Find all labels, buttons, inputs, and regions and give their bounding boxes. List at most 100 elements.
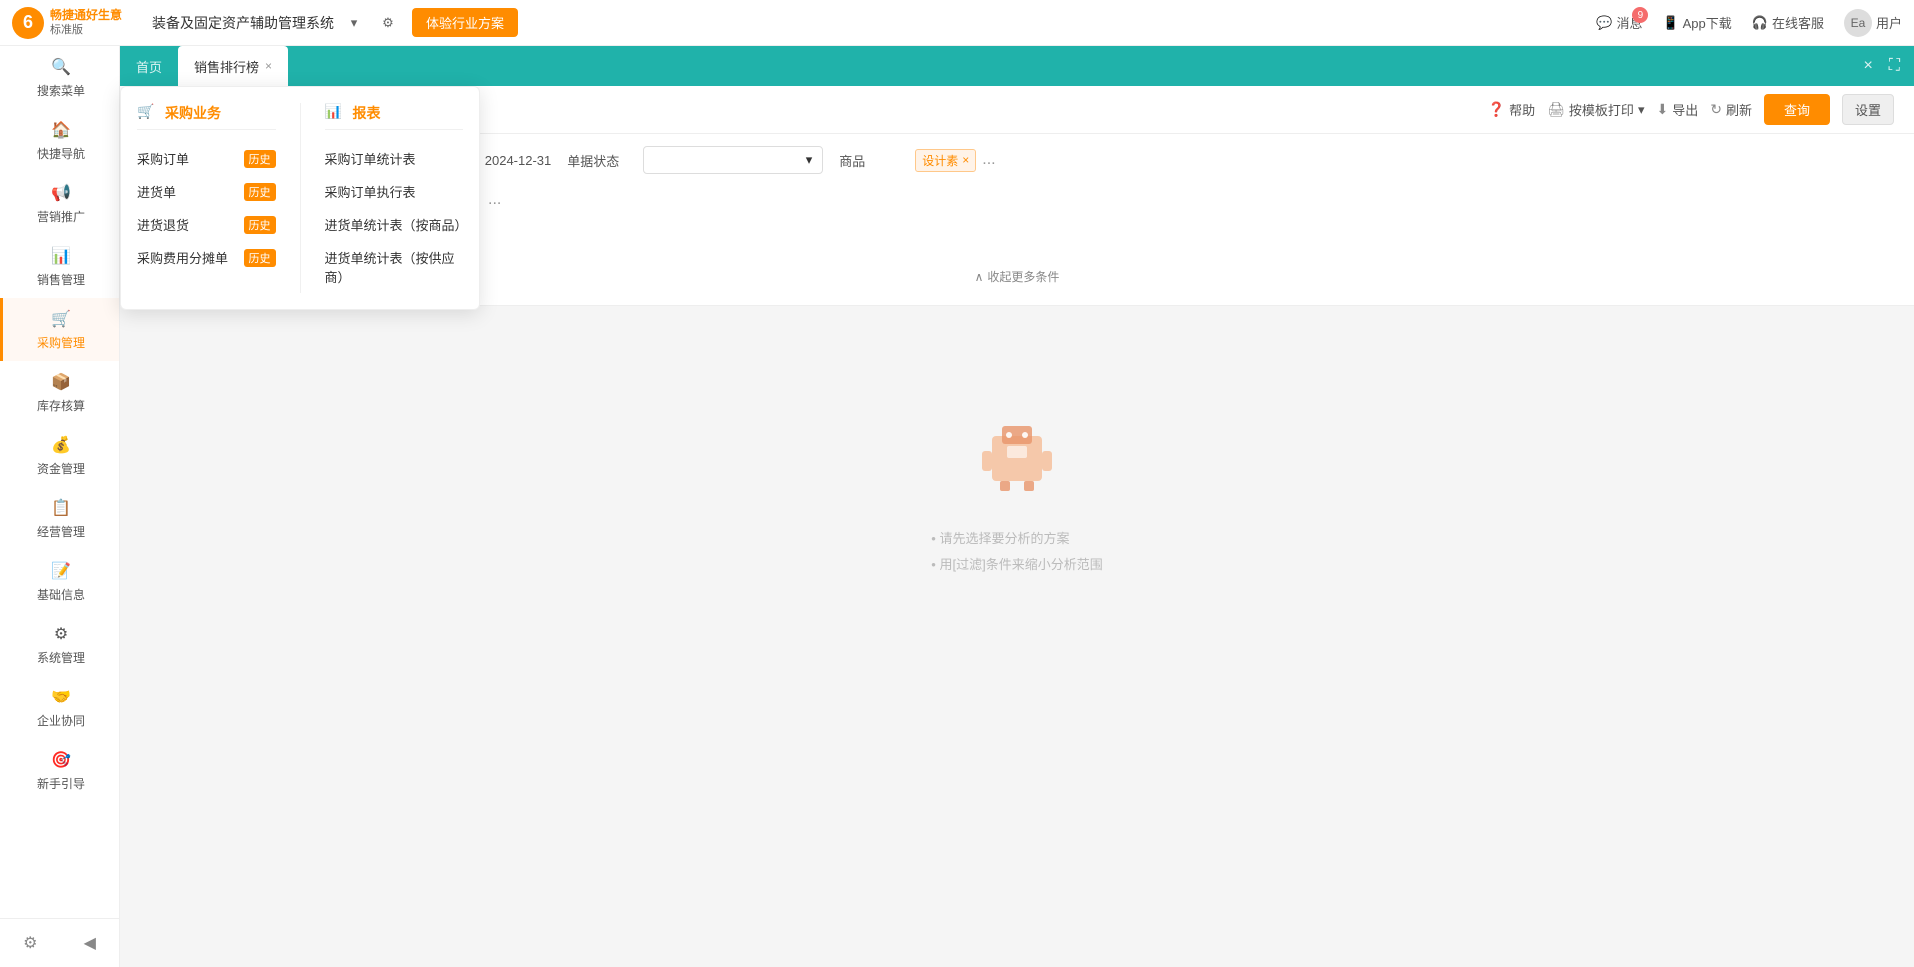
sidebar-item-cooperation[interactable]: 🤝 企业协同 <box>0 676 119 739</box>
menu-item-purchase-return-badge: 历史 <box>244 216 276 234</box>
menu-item-report-2-label: 采购订单执行表 <box>325 182 416 201</box>
sidebar-item-basic-info[interactable]: 📝 基础信息 <box>0 550 119 613</box>
sidebar-settings-btn[interactable]: ⚙ <box>15 929 45 957</box>
sidebar-item-marketing[interactable]: 📢 营销推广 <box>0 172 119 235</box>
menu-item-report-3-label: 进货单统计表（按商品） <box>325 215 464 234</box>
sidebar-item-inventory[interactable]: 📦 库存核算 <box>0 361 119 424</box>
logo-subtitle: 标准版 <box>50 23 122 37</box>
sidebar-item-label-inventory: 库存核算 <box>37 397 85 414</box>
sidebar-item-system[interactable]: ⚙ 系统管理 <box>0 613 119 676</box>
print-btn[interactable]: 🖨 按模板打印 ▾ <box>1547 100 1644 119</box>
home-icon: 🏠 <box>50 119 72 141</box>
tab-sales-rank-label: 销售排行榜 <box>194 57 259 76</box>
menu-item-report-1[interactable]: 采购订单统计表 <box>325 142 464 175</box>
refresh-label: 刷新 <box>1726 100 1752 119</box>
logo-title: 畅捷通好生意 <box>50 8 122 24</box>
system-title: 装备及固定资产辅助管理系统 <box>152 13 334 33</box>
sidebar-item-finance[interactable]: 💰 资金管理 <box>0 424 119 487</box>
sidebar-item-operation[interactable]: 📋 经营管理 <box>0 487 119 550</box>
purchase-section: 🛒 采购业务 采购订单 历史 进货单 历史 进货退货 历史 采购费用分摊单 历史 <box>137 103 276 293</box>
menu-item-purchase-order[interactable]: 采购订单 历史 <box>137 142 276 175</box>
goods-tag-close[interactable]: × <box>962 153 969 167</box>
purchase-section-icon: 🛒 <box>137 103 157 123</box>
user-initials: Ea <box>1851 16 1866 30</box>
tab-close-btn[interactable]: × <box>265 59 272 73</box>
menu-item-purchase-incoming-label: 进货单 <box>137 182 176 201</box>
user-btn[interactable]: Ea 用户 <box>1844 9 1902 37</box>
logo-icon: 6 <box>12 7 44 39</box>
sidebar-item-label-finance: 资金管理 <box>37 460 85 477</box>
collapse-icon: ∧ <box>975 270 984 284</box>
header-middle: 装备及固定资产辅助管理系统 ▾ ⚙ 体验行业方案 <box>132 8 1596 37</box>
purchase-section-title-text: 采购业务 <box>165 103 221 123</box>
app-download-btn[interactable]: 📱 App下载 <box>1662 13 1731 32</box>
menu-item-report-3[interactable]: 进货单统计表（按商品） <box>325 208 464 241</box>
help-btn[interactable]: ❓ 帮助 <box>1488 100 1535 119</box>
menu-item-report-4[interactable]: 进货单统计表（按供应商） <box>325 241 464 293</box>
message-badge: 9 <box>1632 7 1648 23</box>
tabs-bar: 首页 销售排行榜 × × ⛶ <box>120 46 1914 86</box>
menu-item-purchase-order-badge: 历史 <box>244 150 276 168</box>
finance-icon: 💰 <box>50 434 72 456</box>
empty-illustration <box>967 406 1067 506</box>
settings-small-btn[interactable]: 设置 <box>1842 94 1894 125</box>
sales-icon: 📊 <box>50 245 72 267</box>
search-icon: 🔍 <box>50 56 72 78</box>
menu-item-report-2[interactable]: 采购订单执行表 <box>325 175 464 208</box>
export-label: 导出 <box>1672 100 1698 119</box>
tab-home[interactable]: 首页 <box>120 46 178 86</box>
industry-btn[interactable]: 体验行业方案 <box>412 8 518 37</box>
system-dropdown-btn[interactable]: ▾ <box>344 13 364 33</box>
export-btn[interactable]: ⬇ 导出 <box>1656 100 1698 119</box>
empty-state: 请先选择要分析的方案 用[过滤]条件来缩小分析范围 <box>120 306 1914 678</box>
menu-item-purchase-incoming-badge: 历史 <box>244 183 276 201</box>
tab-sales-rank[interactable]: 销售排行榜 × <box>178 46 288 86</box>
sidebar-item-guide[interactable]: 🎯 新手引导 <box>0 739 119 802</box>
menu-item-purchase-return[interactable]: 进货退货 历史 <box>137 208 276 241</box>
menu-item-purchase-order-label: 采购订单 <box>137 149 189 168</box>
menu-item-purchase-expense-label: 采购费用分摊单 <box>137 248 228 267</box>
doc-status-select[interactable]: ▾ <box>643 146 823 174</box>
doc-status-dropdown-icon: ▾ <box>806 152 813 168</box>
avatar: Ea <box>1844 9 1872 37</box>
sidebar-item-label-system: 系统管理 <box>37 649 85 666</box>
guide-icon: 🎯 <box>50 749 72 771</box>
goods-dots-btn[interactable]: ... <box>982 151 995 169</box>
sidebar-item-quick-nav[interactable]: 🏠 快捷导航 <box>0 109 119 172</box>
sidebar-item-sales[interactable]: 📊 销售管理 <box>0 235 119 298</box>
marketing-icon: 📢 <box>50 182 72 204</box>
goods-tag-text: 设计素 <box>922 152 958 169</box>
empty-svg <box>967 406 1067 506</box>
sidebar-item-search[interactable]: 🔍 搜索菜单 <box>0 46 119 109</box>
sidebar-collapse-btn[interactable]: ◀ <box>76 929 104 957</box>
sales-person-dots-btn[interactable]: ... <box>488 191 501 209</box>
menu-divider <box>300 103 301 293</box>
query-btn[interactable]: 查询 <box>1764 94 1830 125</box>
help-icon: ❓ <box>1488 101 1505 118</box>
window-close-btn[interactable]: × <box>1859 53 1876 79</box>
menu-item-purchase-incoming[interactable]: 进货单 历史 <box>137 175 276 208</box>
empty-hint-text-2: 用[过滤]条件来缩小分析范围 <box>931 552 1102 578</box>
header-right: 💬 消息 9 📱 App下载 🎧 在线客服 Ea 用户 <box>1596 9 1902 37</box>
print-icon: 🖨 <box>1547 101 1565 118</box>
header-settings-icon[interactable]: ⚙ <box>374 9 402 37</box>
inventory-icon: 📦 <box>50 371 72 393</box>
headset-icon: 🎧 <box>1752 15 1768 31</box>
sidebar-item-purchase[interactable]: 🛒 采购管理 <box>0 298 119 361</box>
collapse-label: 收起更多条件 <box>987 268 1059 285</box>
empty-hint-1: 请先选择要分析的方案 用[过滤]条件来缩小分析范围 <box>931 526 1102 578</box>
top-header: 6 畅捷通好生意 标准版 装备及固定资产辅助管理系统 ▾ ⚙ 体验行业方案 💬 … <box>0 0 1914 46</box>
message-btn[interactable]: 💬 消息 9 <box>1596 13 1642 32</box>
window-maximize-btn[interactable]: ⛶ <box>1885 53 1904 79</box>
print-dropdown-icon[interactable]: ▾ <box>1638 102 1645 118</box>
purchase-section-title: 🛒 采购业务 <box>137 103 276 130</box>
goods-label: 商品 <box>839 151 899 170</box>
menu-item-purchase-expense[interactable]: 采购费用分摊单 历史 <box>137 241 276 274</box>
sidebar-item-label-marketing: 营销推广 <box>37 208 85 225</box>
online-service-btn[interactable]: 🎧 在线客服 <box>1752 13 1824 32</box>
logo-area: 6 畅捷通好生意 标准版 <box>12 7 132 39</box>
doc-status-label: 单据状态 <box>567 151 627 170</box>
refresh-btn[interactable]: ↻ 刷新 <box>1710 100 1752 119</box>
sidebar-item-label-purchase: 采购管理 <box>37 334 85 351</box>
sidebar-item-label-search: 搜索菜单 <box>37 82 85 99</box>
